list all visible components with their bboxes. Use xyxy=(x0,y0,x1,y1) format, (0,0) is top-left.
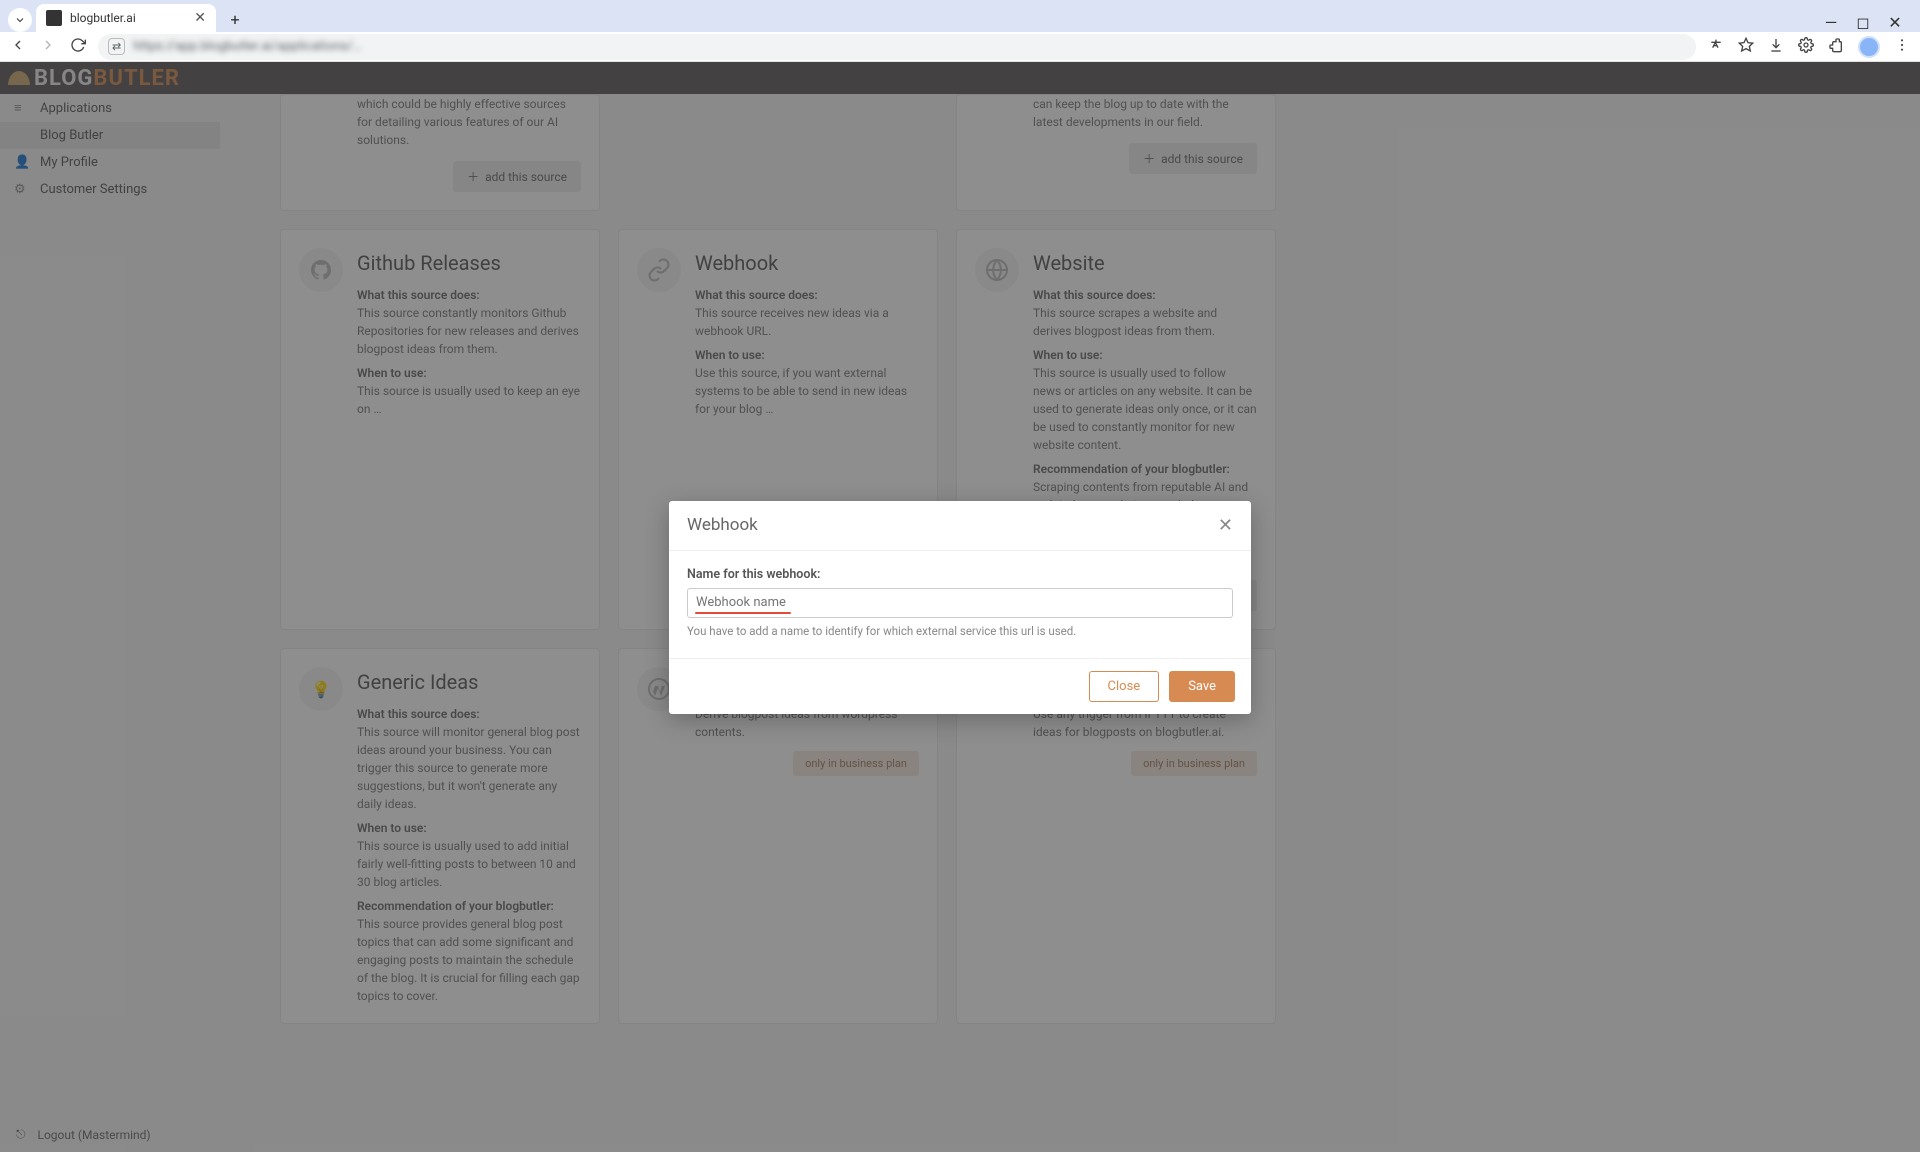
close-window-button[interactable]: ✕ xyxy=(1888,13,1902,32)
kebab-menu-icon[interactable] xyxy=(1894,37,1910,57)
extensions-icon[interactable] xyxy=(1828,37,1844,57)
browser-chrome: blogbutler.ai ✕ + — ◻ ✕ ⇄ https://app.bl… xyxy=(0,0,1920,62)
profile-avatar[interactable] xyxy=(1858,36,1880,58)
downloads-icon[interactable] xyxy=(1768,37,1784,57)
modal-save-button[interactable]: Save xyxy=(1169,671,1235,702)
bookmark-icon[interactable] xyxy=(1738,37,1754,57)
modal-overlay[interactable]: Webhook ✕ Name for this webhook: You hav… xyxy=(0,62,1920,1152)
webhook-name-hint: You have to add a name to identify for w… xyxy=(687,624,1233,638)
app-root: BLOGBUTLER ≡ Applications Blog Butler 👤 … xyxy=(0,62,1920,1152)
new-tab-button[interactable]: + xyxy=(222,6,248,32)
webhook-name-label: Name for this webhook: xyxy=(687,567,1233,582)
webhook-name-input[interactable] xyxy=(687,588,1233,618)
modal-close-button[interactable]: Close xyxy=(1089,671,1160,702)
minimize-button[interactable]: — xyxy=(1824,13,1838,32)
address-bar[interactable]: ⇄ https://app.blogbutler.ai/applications… xyxy=(98,34,1696,60)
browser-tab[interactable]: blogbutler.ai ✕ xyxy=(36,4,216,32)
maximize-button[interactable]: ◻ xyxy=(1856,13,1870,32)
gear-icon[interactable] xyxy=(1798,37,1814,57)
window-controls: — ◻ ✕ xyxy=(1824,13,1912,32)
tab-favicon xyxy=(46,10,62,26)
tab-close-icon[interactable]: ✕ xyxy=(194,10,206,26)
modal-close-icon[interactable]: ✕ xyxy=(1218,515,1233,536)
tab-strip: blogbutler.ai ✕ + — ◻ ✕ xyxy=(0,0,1920,32)
back-button[interactable] xyxy=(10,37,26,57)
site-settings-icon[interactable]: ⇄ xyxy=(108,38,125,55)
webhook-modal: Webhook ✕ Name for this webhook: You hav… xyxy=(669,501,1251,714)
browser-toolbar: ⇄ https://app.blogbutler.ai/applications… xyxy=(0,32,1920,62)
tab-title: blogbutler.ai xyxy=(70,11,136,25)
tab-list-button[interactable] xyxy=(8,8,32,32)
forward-button[interactable] xyxy=(40,37,56,57)
reload-button[interactable] xyxy=(70,37,86,57)
url-text: https://app.blogbutler.ai/applications/… xyxy=(133,39,361,54)
translate-icon[interactable] xyxy=(1708,37,1724,57)
modal-title: Webhook xyxy=(687,515,758,535)
